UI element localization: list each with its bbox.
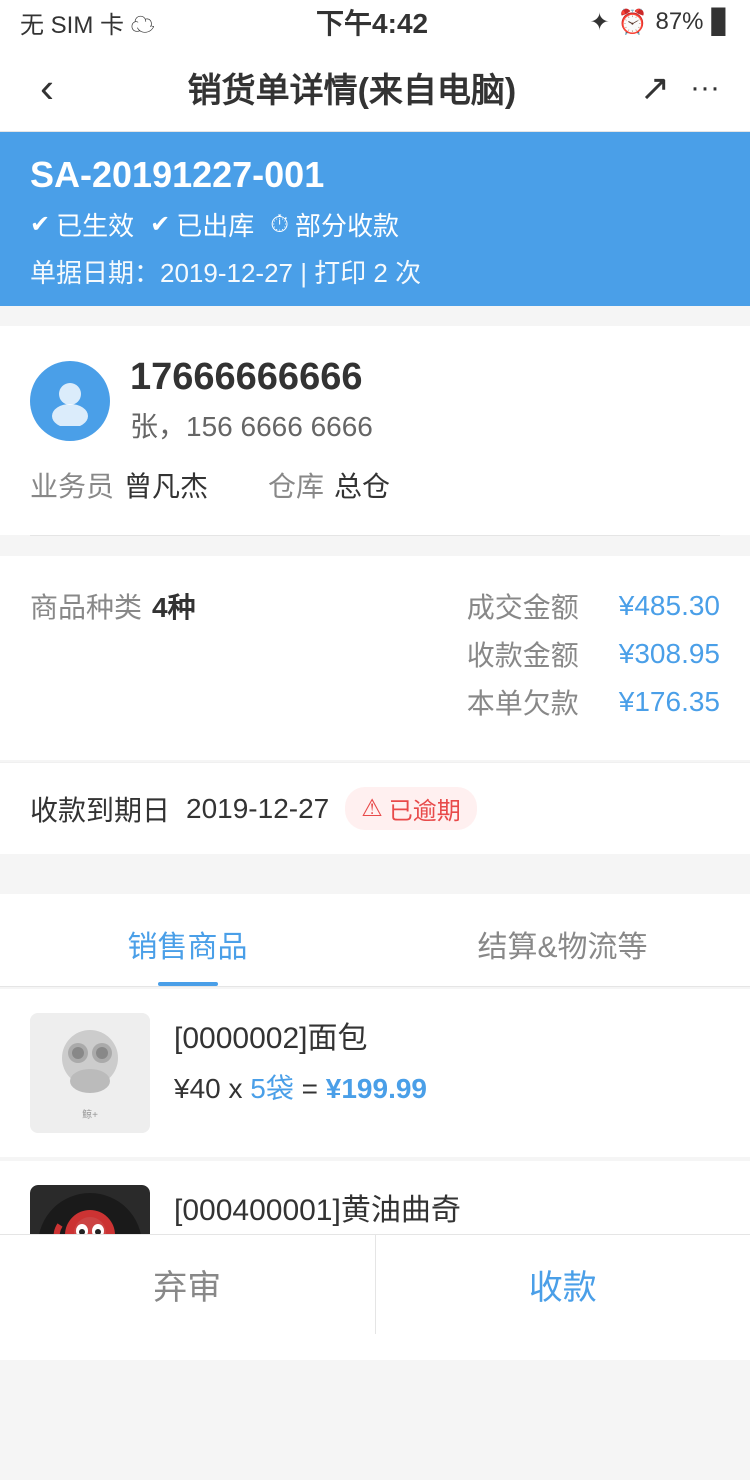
battery-text: 87% xyxy=(655,8,703,36)
status-left: 无 SIM 卡 ☁ xyxy=(20,5,155,40)
badge-shipped-text: 已出库 xyxy=(176,206,254,243)
customer-name-phone: 张，156 6666 6666 xyxy=(130,405,373,445)
check-icon-2: ✔ xyxy=(150,210,170,239)
amount-value: ¥485.30 xyxy=(619,590,720,622)
overdue-badge: ⚠ 已逾期 xyxy=(345,787,477,830)
category-stats: 商品种类 4种 xyxy=(30,586,196,626)
product-price-1: ¥40 x 5袋 = ¥199.99 xyxy=(174,1067,720,1107)
customer-info: 17666666666 张，156 6666 6666 xyxy=(130,356,373,445)
status-right: ✦ ⏰ 87% ▊ xyxy=(589,8,730,37)
price-total-1: ¥199.99 xyxy=(326,1073,427,1104)
collect-payment-label: 收款 xyxy=(529,1260,597,1309)
product-name-2: [000400001]黄油曲奇 xyxy=(174,1185,720,1229)
amount-label: 成交金额 xyxy=(467,586,579,626)
avatar xyxy=(30,361,110,441)
price-base-1: ¥40 xyxy=(174,1073,221,1104)
clock-icon: ⏱ xyxy=(270,211,289,239)
category-count: 4种 xyxy=(152,586,196,626)
order-header-banner: SA-20191227-001 ✔ 已生效 ✔ 已出库 ⏱ 部分收款 单据日期：… xyxy=(0,132,750,306)
check-icon-1: ✔ xyxy=(30,210,50,239)
status-bar: 无 SIM 卡 ☁ 下午4:42 ✦ ⏰ 87% ▊ xyxy=(0,0,750,44)
status-time: 下午4:42 xyxy=(316,2,428,42)
customer-row: 17666666666 张，156 6666 6666 xyxy=(30,356,720,445)
badge-effective: ✔ 已生效 xyxy=(30,206,134,243)
badge-partial-payment: ⏱ 部分收款 xyxy=(270,206,399,243)
amount-stats: 成交金额 ¥485.30 收款金额 ¥308.95 本单欠款 ¥176.35 xyxy=(467,586,720,730)
battery-icon: ▊ xyxy=(712,8,730,37)
customer-meta: 业务员 曾凡杰 仓库 总仓 xyxy=(30,465,720,505)
nav-bar: ‹ 销货单详情(来自电脑) ↗ ··· xyxy=(0,44,750,132)
product-info-1: [0000002]面包 ¥40 x 5袋 = ¥199.99 xyxy=(174,1013,720,1107)
salesperson-value: 曾凡杰 xyxy=(124,465,208,505)
tab-products-label: 销售商品 xyxy=(128,931,248,964)
tab-settlement-label: 结算&物流等 xyxy=(477,931,647,964)
badge-effective-text: 已生效 xyxy=(56,206,134,243)
share-button[interactable]: ↗ xyxy=(640,67,670,109)
warehouse-value: 总仓 xyxy=(334,465,390,505)
back-button[interactable]: ‹ xyxy=(30,54,64,122)
overdue-text: 已逾期 xyxy=(389,791,461,826)
location-icon: ✦ xyxy=(589,8,609,37)
owed-label: 本单欠款 xyxy=(467,682,579,722)
section-separator xyxy=(0,854,750,874)
payment-due-date: 2019-12-27 xyxy=(186,793,329,825)
tab-settlement[interactable]: 结算&物流等 xyxy=(375,894,750,986)
customer-section: 17666666666 张，156 6666 6666 业务员 曾凡杰 仓库 总… xyxy=(0,326,750,535)
page-title: 销货单详情(来自电脑) xyxy=(188,63,517,112)
warehouse-label: 仓库 xyxy=(268,465,324,505)
nav-actions: ↗ ··· xyxy=(640,67,720,109)
category-label: 商品种类 xyxy=(30,586,142,626)
badge-shipped: ✔ 已出库 xyxy=(150,206,254,243)
order-date-print: 单据日期：2019-12-27 | 打印 2 次 xyxy=(30,253,720,290)
order-id: SA-20191227-001 xyxy=(30,154,324,196)
stats-section: 商品种类 4种 成交金额 ¥485.30 收款金额 ¥308.95 本单欠款 ¥… xyxy=(0,556,750,760)
collect-payment-button[interactable]: 收款 xyxy=(376,1235,750,1334)
warehouse-item: 仓库 总仓 xyxy=(268,465,390,505)
svg-text:鲸+: 鲸+ xyxy=(82,1108,98,1121)
badge-partial-text: 部分收款 xyxy=(295,206,399,243)
product-thumb-1: 鲸+ xyxy=(30,1013,150,1133)
customer-phone: 17666666666 xyxy=(130,356,373,399)
price-x-1: x xyxy=(229,1073,251,1104)
product-name-1: [0000002]面包 xyxy=(174,1013,720,1057)
bottom-padding xyxy=(0,1360,750,1480)
amount-row: 成交金额 ¥485.30 xyxy=(467,586,720,626)
tabs-row: 销售商品 结算&物流等 xyxy=(0,894,750,986)
more-button[interactable]: ··· xyxy=(690,71,720,105)
cancel-review-button[interactable]: 弃审 xyxy=(0,1235,376,1334)
cancel-review-label: 弃审 xyxy=(153,1260,221,1309)
back-icon: ‹ xyxy=(40,64,54,111)
payment-due-section: 收款到期日 2019-12-27 ⚠ 已逾期 xyxy=(0,762,750,854)
alarm-icon: ⏰ xyxy=(618,8,648,37)
payment-due-label: 收款到期日 xyxy=(30,789,170,829)
price-eq-1: = xyxy=(302,1073,326,1104)
owed-row: 本单欠款 ¥176.35 xyxy=(467,682,720,722)
price-qty-1: 5袋 xyxy=(250,1073,294,1104)
tab-products[interactable]: 销售商品 xyxy=(0,894,375,986)
received-value: ¥308.95 xyxy=(619,638,720,670)
received-label: 收款金额 xyxy=(467,634,579,674)
bottom-toolbar: 弃审 收款 xyxy=(0,1234,750,1334)
salesperson-label: 业务员 xyxy=(30,465,114,505)
owed-value: ¥176.35 xyxy=(619,686,720,718)
warning-icon: ⚠ xyxy=(361,794,383,823)
signal-text: 无 SIM 卡 ☁ xyxy=(20,5,155,40)
tabs-container: 销售商品 结算&物流等 xyxy=(0,894,750,987)
product-item: 鲸+ [0000002]面包 ¥40 x 5袋 = ¥199.99 xyxy=(0,989,750,1157)
received-row: 收款金额 ¥308.95 xyxy=(467,634,720,674)
salesperson-item: 业务员 曾凡杰 xyxy=(30,465,208,505)
